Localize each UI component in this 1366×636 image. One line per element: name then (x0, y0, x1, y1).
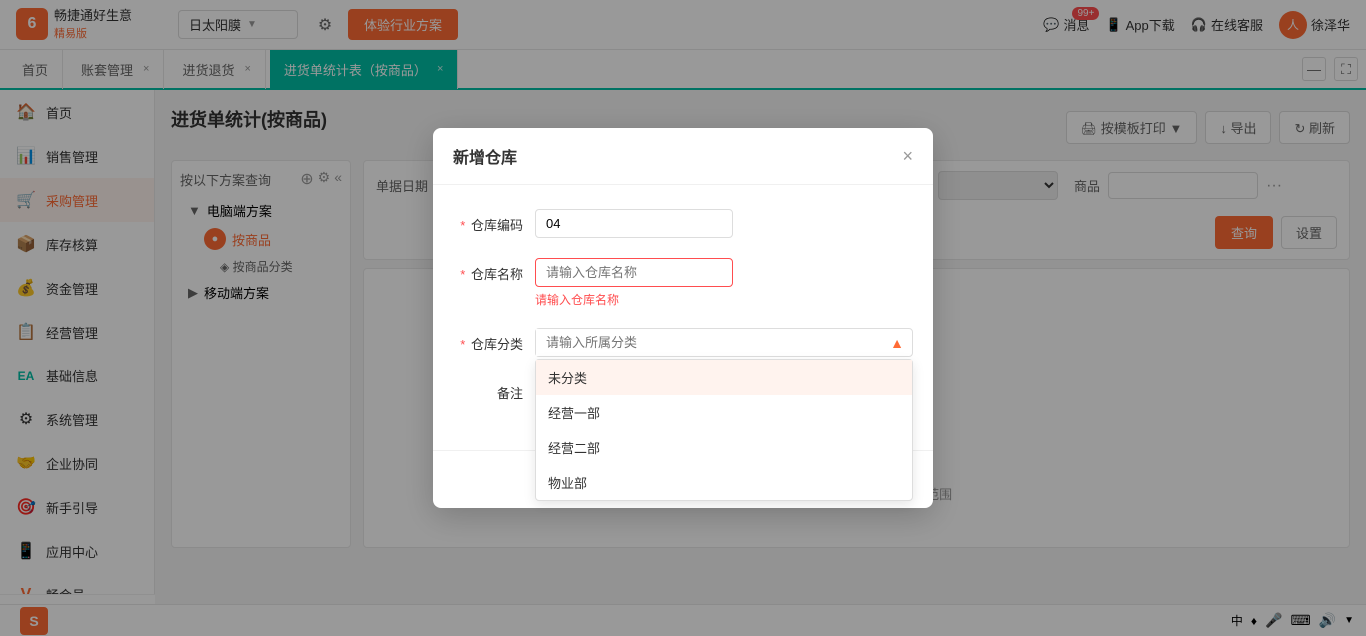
name-input[interactable] (535, 258, 733, 287)
modal-overlay[interactable]: 新增仓库 × * 仓库编码 * 仓库名称 (0, 0, 1366, 636)
note-label: 备注 (453, 377, 523, 402)
dropdown-option-3[interactable]: 物业部 (536, 465, 912, 500)
category-label: * 仓库分类 (453, 328, 523, 353)
name-label: * 仓库名称 (453, 258, 523, 283)
category-arrow-btn[interactable]: ▲ (882, 335, 912, 351)
dropdown-option-2[interactable]: 经营二部 (536, 430, 912, 465)
new-warehouse-modal: 新增仓库 × * 仓库编码 * 仓库名称 (433, 128, 933, 508)
modal-title: 新增仓库 (453, 144, 517, 168)
name-field: 请输入仓库名称 (535, 258, 913, 308)
category-dropdown-list: 未分类 经营一部 经营二部 物业部 (535, 359, 913, 501)
category-dropdown: ▲ 未分类 经营一部 经营二部 物业部 (535, 328, 913, 357)
dropdown-option-0[interactable]: 未分类 (536, 360, 912, 395)
form-row-name: * 仓库名称 请输入仓库名称 (453, 258, 913, 308)
modal-close-btn[interactable]: × (902, 146, 913, 167)
form-row-code: * 仓库编码 (453, 209, 913, 238)
code-input[interactable] (535, 209, 733, 238)
category-input[interactable] (536, 329, 882, 356)
code-label: * 仓库编码 (453, 209, 523, 234)
form-row-category: * 仓库分类 ▲ 未分类 经营一部 经营二部 物业部 (453, 328, 913, 357)
category-input-row: ▲ (535, 328, 913, 357)
dropdown-option-1[interactable]: 经营一部 (536, 395, 912, 430)
modal-header: 新增仓库 × (433, 128, 933, 185)
modal-body: * 仓库编码 * 仓库名称 请输入仓库名称 (433, 185, 933, 450)
code-field (535, 209, 913, 238)
name-error-text: 请输入仓库名称 (535, 291, 913, 308)
